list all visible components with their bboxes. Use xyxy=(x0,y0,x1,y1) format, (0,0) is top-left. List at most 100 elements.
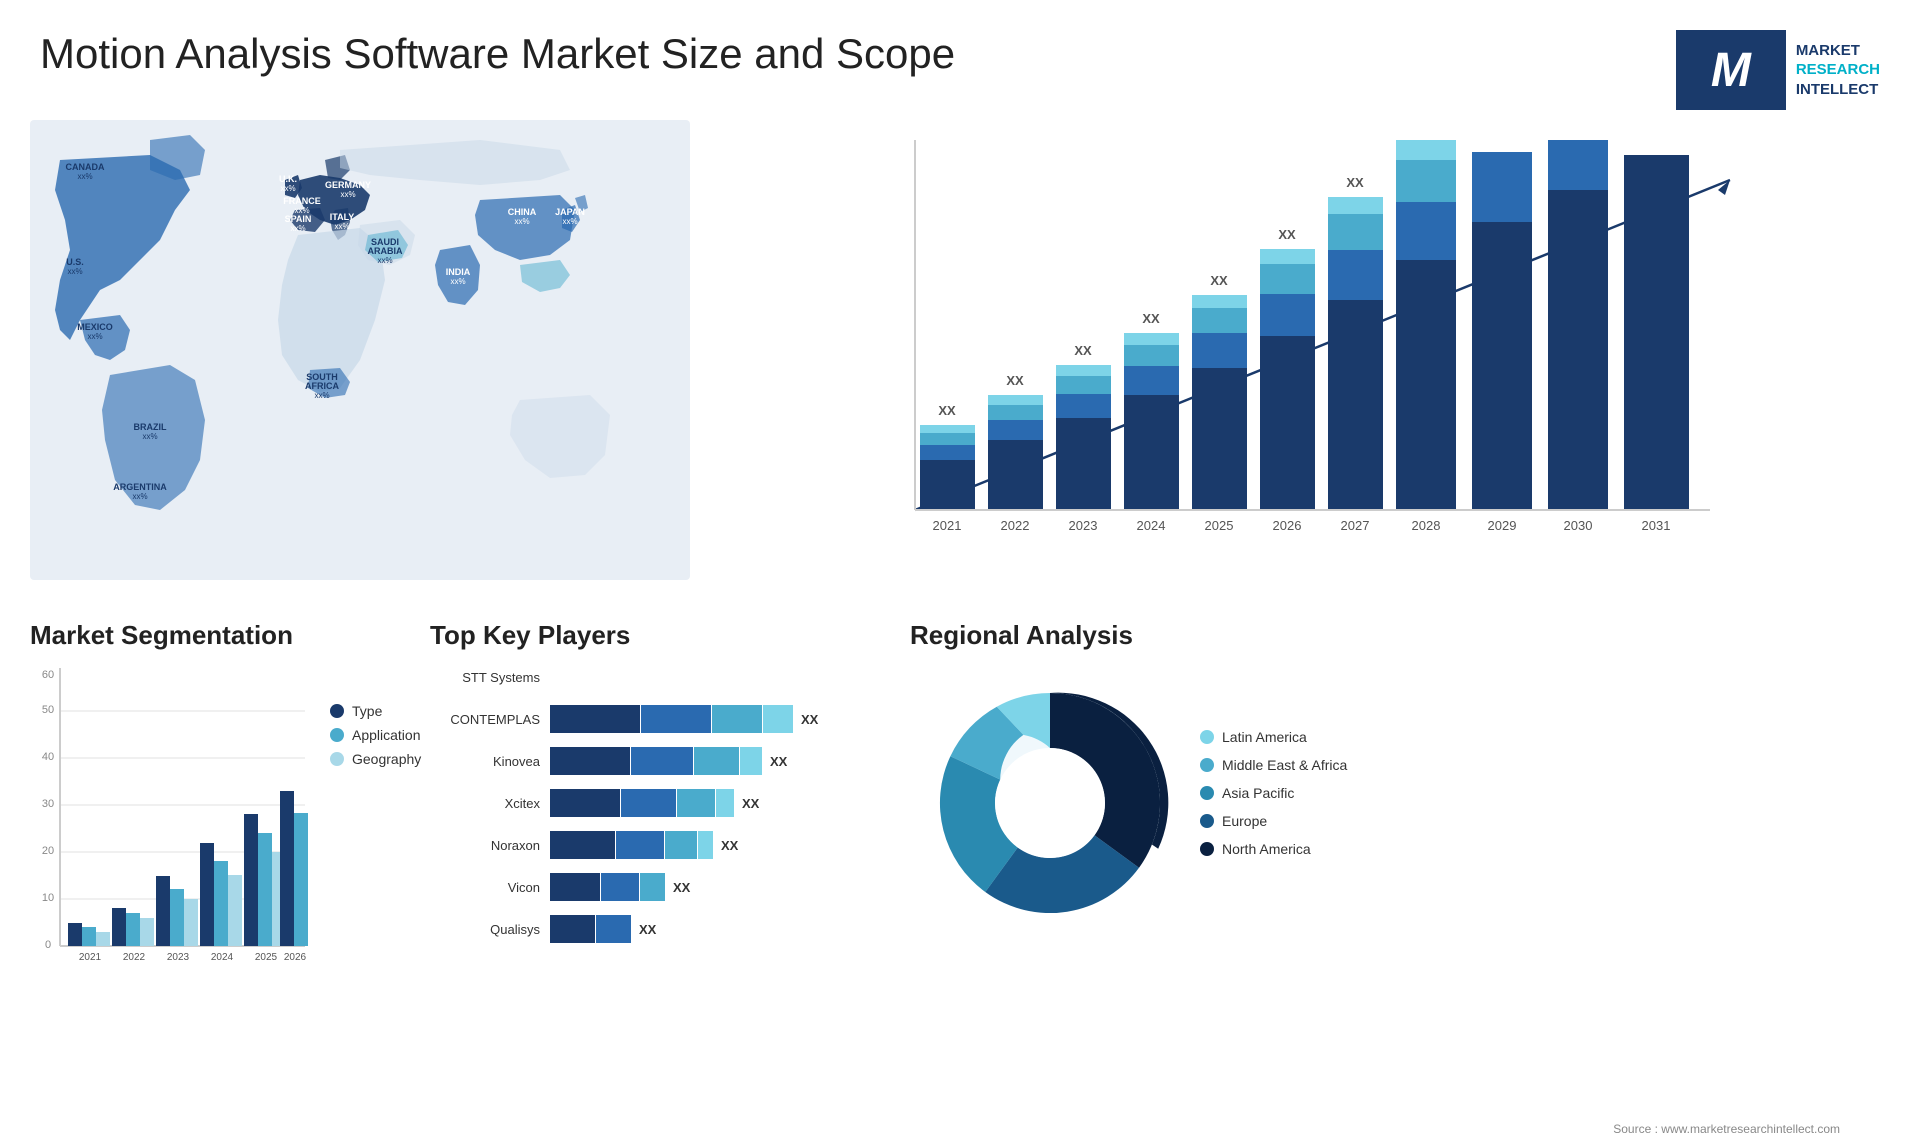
svg-text:2023: 2023 xyxy=(167,952,190,963)
regional-section: Regional Analysis xyxy=(910,620,1890,1090)
svg-text:xx%: xx% xyxy=(377,256,392,265)
regional-chart: Latin America Middle East & Africa Asia … xyxy=(910,663,1890,923)
logo-line1: MARKET xyxy=(1796,41,1880,61)
top-content: CANADA xx% U.S. xx% MEXICO xx% BRAZIL xx… xyxy=(0,120,1920,600)
svg-text:xx%: xx% xyxy=(142,432,157,441)
player-name-qualisys: Qualisys xyxy=(430,922,540,937)
svg-text:BRAZIL: BRAZIL xyxy=(134,422,167,432)
legend-dot-type xyxy=(330,704,344,718)
player-bar-bg-noraxon xyxy=(550,831,713,859)
player-name-xcitex: Xcitex xyxy=(430,796,540,811)
svg-text:2025: 2025 xyxy=(1205,518,1234,533)
label-middle-east: Middle East & Africa xyxy=(1222,757,1347,773)
svg-text:2029: 2029 xyxy=(1488,518,1517,533)
player-row-xcitex: Xcitex XX xyxy=(430,789,870,817)
segmentation-legend: Type Application Geography xyxy=(330,703,421,968)
svg-text:XX: XX xyxy=(1278,227,1296,242)
player-bar-bg-xcitex xyxy=(550,789,734,817)
logo-line3: INTELLECT xyxy=(1796,80,1880,100)
bar-seg-2 xyxy=(596,915,631,943)
player-bar-stt xyxy=(550,663,870,691)
svg-text:U.S.: U.S. xyxy=(66,257,84,267)
world-map-svg: CANADA xx% U.S. xx% MEXICO xx% BRAZIL xx… xyxy=(30,120,690,580)
bar-seg-3 xyxy=(712,705,762,733)
player-row-stt: STT Systems xyxy=(430,663,870,691)
bar-seg-3 xyxy=(665,831,697,859)
dot-latin-america xyxy=(1200,730,1214,744)
header: Motion Analysis Software Market Size and… xyxy=(0,0,1920,120)
legend-application: Application xyxy=(330,727,421,743)
player-bar-bg-qualisys xyxy=(550,915,631,943)
bar-seg-3 xyxy=(694,747,739,775)
svg-text:2024: 2024 xyxy=(1137,518,1166,533)
svg-text:2030: 2030 xyxy=(1564,518,1593,533)
svg-text:2025: 2025 xyxy=(255,952,278,963)
bar-seg-2 xyxy=(616,831,664,859)
player-xx-kinovea: XX xyxy=(770,754,787,769)
svg-text:JAPAN: JAPAN xyxy=(555,207,585,217)
svg-text:30: 30 xyxy=(42,798,54,810)
svg-text:xx%: xx% xyxy=(314,391,329,400)
svg-text:2028: 2028 xyxy=(1412,518,1441,533)
top-bar-chart-section: XX XX XX XX xyxy=(690,120,1890,600)
svg-text:60: 60 xyxy=(42,669,54,681)
player-name-contemplas: CONTEMPLAS xyxy=(430,712,540,727)
bar-seg-1 xyxy=(550,873,600,901)
svg-text:MEXICO: MEXICO xyxy=(77,322,113,332)
svg-text:xx%: xx% xyxy=(562,217,577,226)
player-name-noraxon: Noraxon xyxy=(430,838,540,853)
player-row-qualisys: Qualisys XX xyxy=(430,915,870,943)
donut-chart-svg xyxy=(910,663,1190,943)
legend-label-type: Type xyxy=(352,703,382,719)
bar-seg-1 xyxy=(550,747,630,775)
player-bar-noraxon: XX xyxy=(550,831,870,859)
svg-text:2027: 2027 xyxy=(1341,518,1370,533)
player-bar-qualisys: XX xyxy=(550,915,870,943)
svg-text:2022: 2022 xyxy=(123,952,146,963)
svg-text:FRANCE: FRANCE xyxy=(283,196,321,206)
svg-text:xx%: xx% xyxy=(514,217,529,226)
svg-text:XX: XX xyxy=(1142,311,1160,326)
bar-seg-3 xyxy=(640,873,665,901)
svg-text:xx%: xx% xyxy=(87,332,102,341)
top-bar-chart-svg: XX XX XX XX xyxy=(730,140,1890,560)
svg-text:10: 10 xyxy=(42,892,54,904)
svg-text:XX: XX xyxy=(1074,343,1092,358)
svg-text:0: 0 xyxy=(45,939,51,951)
bar-seg-1 xyxy=(550,789,620,817)
player-name-vicon: Vicon xyxy=(430,880,540,895)
svg-text:AFRICA: AFRICA xyxy=(305,381,339,391)
svg-text:ITALY: ITALY xyxy=(330,212,355,222)
bar-seg-3 xyxy=(677,789,715,817)
map-section: CANADA xx% U.S. xx% MEXICO xx% BRAZIL xx… xyxy=(30,120,690,600)
dot-europe xyxy=(1200,814,1214,828)
world-map: CANADA xx% U.S. xx% MEXICO xx% BRAZIL xx… xyxy=(30,120,690,580)
player-bar-kinovea: XX xyxy=(550,747,870,775)
player-row-vicon: Vicon XX xyxy=(430,873,870,901)
player-name-kinovea: Kinovea xyxy=(430,754,540,769)
svg-text:2021: 2021 xyxy=(79,952,102,963)
dot-asia-pacific xyxy=(1200,786,1214,800)
svg-text:2021: 2021 xyxy=(933,518,962,533)
svg-text:xx%: xx% xyxy=(340,190,355,199)
svg-text:xx%: xx% xyxy=(67,267,82,276)
player-row-noraxon: Noraxon XX xyxy=(430,831,870,859)
svg-text:2023: 2023 xyxy=(1069,518,1098,533)
donut-container xyxy=(910,663,1170,923)
legend-north-america: North America xyxy=(1200,841,1347,857)
logo-box: M xyxy=(1676,30,1786,110)
regional-title: Regional Analysis xyxy=(910,620,1890,651)
player-row-contemplas: CONTEMPLAS XX xyxy=(430,705,870,733)
svg-text:xx%: xx% xyxy=(280,184,295,193)
player-xx-noraxon: XX xyxy=(721,838,738,853)
svg-text:40: 40 xyxy=(42,751,54,763)
svg-text:2022: 2022 xyxy=(1001,518,1030,533)
bar-seg-4 xyxy=(698,831,713,859)
legend-geography: Geography xyxy=(330,751,421,767)
svg-text:2026: 2026 xyxy=(284,952,307,963)
legend-dot-geography xyxy=(330,752,344,766)
players-chart: STT Systems CONTEMPLAS XX xyxy=(430,663,870,943)
logo-line2: RESEARCH xyxy=(1796,60,1880,80)
bar-seg-1 xyxy=(550,831,615,859)
svg-text:SPAIN: SPAIN xyxy=(285,214,312,224)
